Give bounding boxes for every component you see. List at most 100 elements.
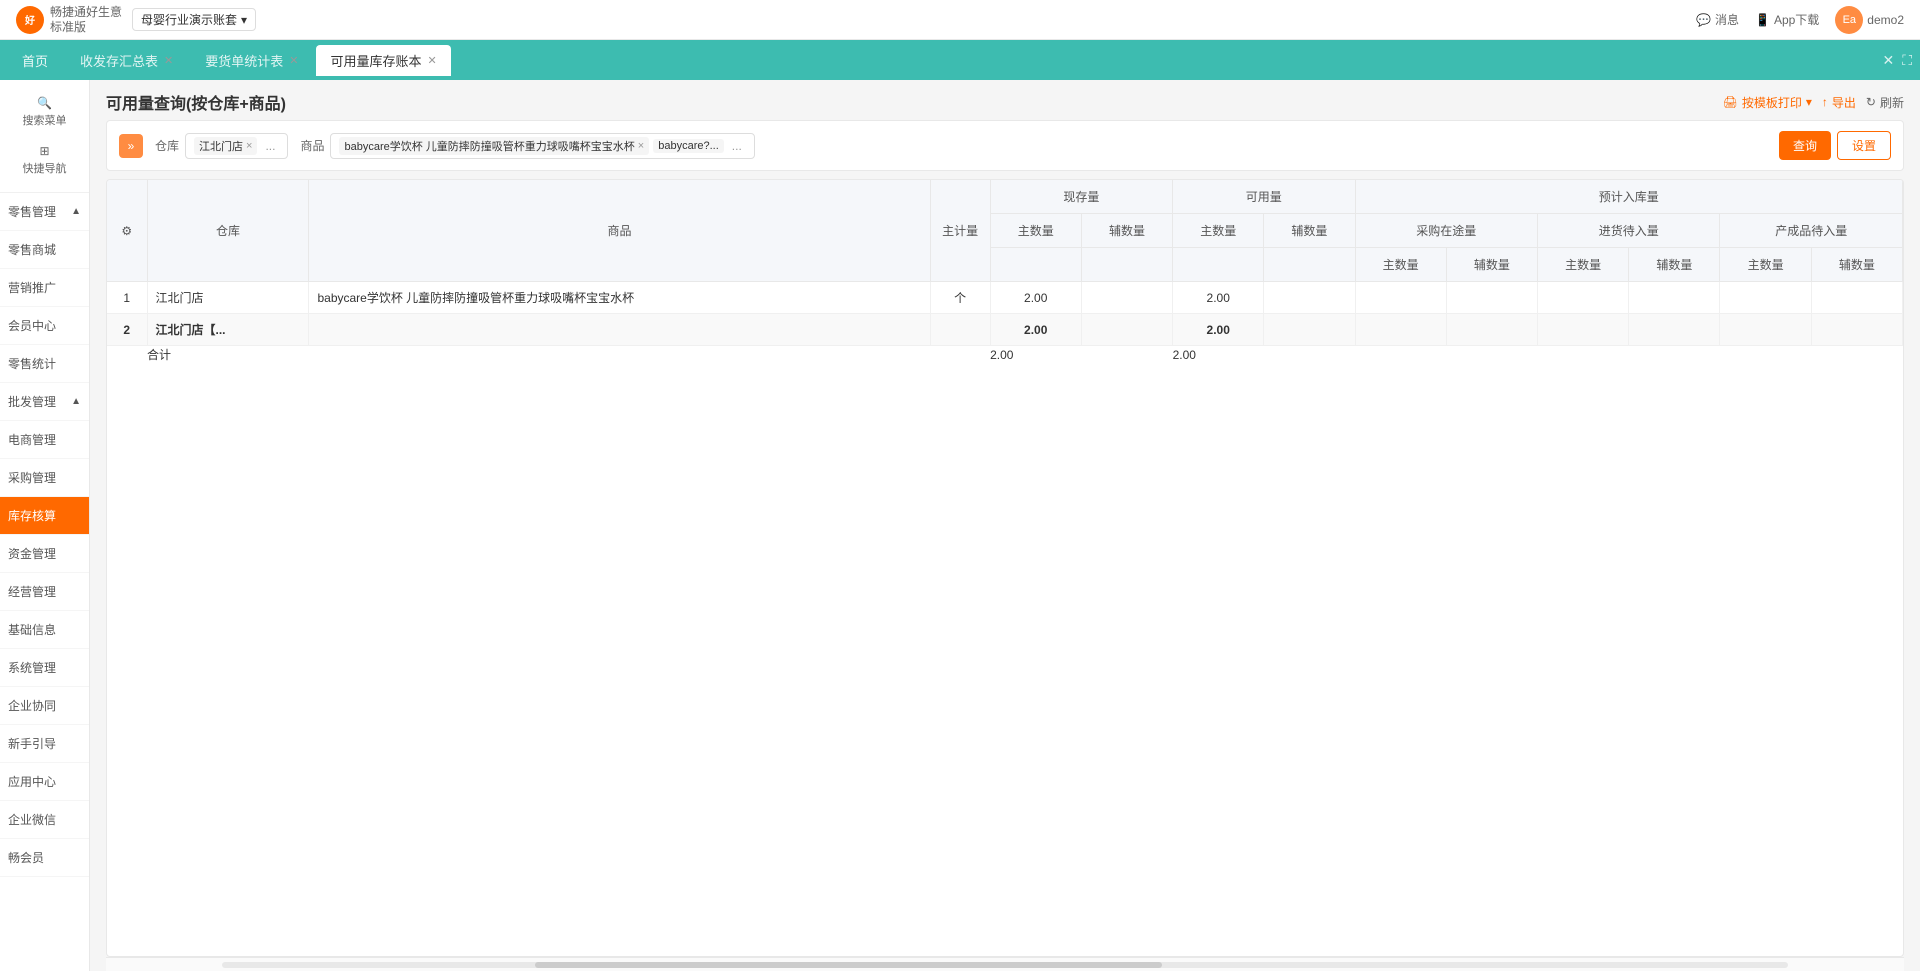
sidebar-item-app-center[interactable]: 应用中心 <box>0 763 89 801</box>
chevron-down-icon-print: ▾ <box>1806 95 1812 109</box>
sidebar-item-finance[interactable]: 资金管理 <box>0 535 89 573</box>
horizontal-scrollbar-area <box>106 957 1904 971</box>
sidebar-item-ecommerce[interactable]: 电商管理 <box>0 421 89 459</box>
logo-area: 好 畅捷通好生意 标准版 <box>16 5 122 34</box>
tab-receipts[interactable]: 收发存汇总表 ✕ <box>66 45 187 76</box>
scroll-thumb[interactable] <box>535 962 1161 968</box>
row-available-aux <box>1264 282 1355 314</box>
col-settings-header[interactable]: ⚙ <box>107 180 147 282</box>
setting-button[interactable]: 设置 <box>1837 131 1891 160</box>
col-available-aux: 辅数量 <box>1264 214 1355 248</box>
col-purchase-main: 主数量 <box>1355 248 1446 282</box>
row-existing-main: 2.00 <box>990 282 1081 314</box>
sidebar-item-system[interactable]: 系统管理 <box>0 649 89 687</box>
sidebar-item-retail-mgmt[interactable]: 零售管理 ▲ <box>0 193 89 231</box>
tab-close-inventory[interactable]: ✕ <box>428 54 437 67</box>
col-existing-main-2 <box>990 248 1081 282</box>
sidebar-item-enterprise[interactable]: 企业协同 <box>0 687 89 725</box>
goods-tag-1-close[interactable]: × <box>638 140 644 152</box>
col-available: 可用量 <box>1173 180 1355 214</box>
tab-close-orders[interactable]: ✕ <box>289 54 298 67</box>
col-incoming-main: 主数量 <box>1538 248 1629 282</box>
col-available-aux-2 <box>1264 248 1355 282</box>
footer-existing-main: 2.00 <box>990 346 1081 364</box>
sidebar-item-member-center[interactable]: 会员中心 <box>0 307 89 345</box>
sidebar-item-retail-stats[interactable]: 零售统计 <box>0 345 89 383</box>
org-selector[interactable]: 母婴行业演示账套 ▾ <box>132 8 256 31</box>
col-existing-main: 主数量 <box>990 214 1081 248</box>
row-existing-aux <box>1081 282 1172 314</box>
footer-incoming-main <box>1538 346 1629 364</box>
warehouse-tag-close[interactable]: × <box>246 140 252 152</box>
sidebar-item-purchase[interactable]: 采购管理 <box>0 459 89 497</box>
expand-arrow-icon: ▲ <box>71 206 81 217</box>
table-row: 1 江北门店 babycare学饮杯 儿童防摔防撞吸管杯重力球吸嘴杯宝宝水杯 个… <box>107 282 1903 314</box>
sidebar-item-inventory[interactable]: 库存核算 <box>0 497 89 535</box>
fullscreen-icon[interactable]: ⛶ <box>1902 52 1912 69</box>
subtotal-purchase-aux <box>1446 314 1537 346</box>
message-icon: 💬 <box>1696 13 1711 27</box>
subtotal-existing-aux <box>1081 314 1172 346</box>
tab-close-receipts[interactable]: ✕ <box>164 54 173 67</box>
sidebar-item-operations[interactable]: 经营管理 <box>0 573 89 611</box>
tab-bar-actions: ✕ ⛶ <box>1882 52 1912 69</box>
message-button[interactable]: 💬 消息 <box>1696 11 1739 28</box>
footer-production-main <box>1720 346 1811 364</box>
col-incoming-aux: 辅数量 <box>1629 248 1720 282</box>
subtotal-warehouse: 江北门店【... <box>147 314 309 346</box>
sidebar-item-basic-info[interactable]: 基础信息 <box>0 611 89 649</box>
avatar: Ea <box>1835 6 1863 34</box>
goods-input[interactable]: babycare学饮杯 儿童防摔防撞吸管杯重力球吸嘴杯宝宝水杯 × babyca… <box>330 133 754 159</box>
subtotal-incoming-aux <box>1629 314 1720 346</box>
sidebar-item-wholesale-mgmt[interactable]: 批发管理 ▲ <box>0 383 89 421</box>
warehouse-input[interactable]: 江北门店 × ... <box>185 133 288 159</box>
goods-more-button[interactable]: ... <box>728 139 746 153</box>
goods-tag-1: babycare学饮杯 儿童防摔防撞吸管杯重力球吸嘴杯宝宝水杯 × <box>339 137 649 155</box>
footer-existing-aux <box>1081 346 1172 364</box>
sidebar-quick-nav[interactable]: ⊞ 快捷导航 <box>0 136 89 184</box>
tab-close-all-icon[interactable]: ✕ <box>1882 52 1894 69</box>
sidebar-item-retail-store[interactable]: 零售商城 <box>0 231 89 269</box>
row-purchase-main <box>1355 282 1446 314</box>
col-purchase-aux: 辅数量 <box>1446 248 1537 282</box>
col-unit: 主计量 <box>930 180 990 282</box>
warehouse-label: 仓库 <box>155 137 179 154</box>
warehouse-filter: 仓库 江北门店 × ... <box>155 133 288 159</box>
chevron-down-icon: ▾ <box>241 13 247 27</box>
main-layout: 🔍 搜索菜单 ⊞ 快捷导航 零售管理 ▲ 零售商城 营销推广 会员中心 零售统计… <box>0 80 1920 971</box>
footer-production-aux <box>1811 346 1902 364</box>
filter-expand-button[interactable]: » <box>119 134 143 158</box>
sidebar-search[interactable]: 🔍 搜索菜单 <box>0 88 89 136</box>
warehouse-more-button[interactable]: ... <box>261 139 279 153</box>
sidebar-item-marketing[interactable]: 营销推广 <box>0 269 89 307</box>
warehouse-tag: 江北门店 × <box>194 137 257 155</box>
col-incoming: 进货待入量 <box>1538 214 1720 248</box>
tab-home[interactable]: 首页 <box>8 45 62 76</box>
goods-filter: 商品 babycare学饮杯 儿童防摔防撞吸管杯重力球吸嘴杯宝宝水杯 × bab… <box>300 133 754 159</box>
app-download-button[interactable]: 📱 App下载 <box>1755 11 1819 28</box>
query-button[interactable]: 查询 <box>1779 131 1831 160</box>
page-actions: 🖨 按模板打印 ▾ ↑ 导出 ↻ 刷新 <box>1723 94 1904 111</box>
export-button[interactable]: ↑ 导出 <box>1822 94 1856 111</box>
top-bar-left: 好 畅捷通好生意 标准版 母婴行业演示账套 ▾ <box>16 5 256 34</box>
sidebar: 🔍 搜索菜单 ⊞ 快捷导航 零售管理 ▲ 零售商城 营销推广 会员中心 零售统计… <box>0 80 90 971</box>
row-incoming-main <box>1538 282 1629 314</box>
logo-text: 畅捷通好生意 标准版 <box>50 5 122 34</box>
row-no: 1 <box>107 282 147 314</box>
refresh-button[interactable]: ↻ 刷新 <box>1866 94 1904 111</box>
sidebar-item-wechat[interactable]: 企业微信 <box>0 801 89 839</box>
sidebar-item-newbie[interactable]: 新手引导 <box>0 725 89 763</box>
row-unit: 个 <box>930 282 990 314</box>
user-menu[interactable]: Ea demo2 <box>1835 6 1904 34</box>
footer-available-aux <box>1264 346 1355 364</box>
expand-arrow-icon-2: ▲ <box>71 396 81 407</box>
sidebar-top: 🔍 搜索菜单 ⊞ 快捷导航 <box>0 80 89 193</box>
col-available-main-2 <box>1173 248 1264 282</box>
tab-inventory[interactable]: 可用量库存账本 ✕ <box>316 45 450 76</box>
subtotal-purchase-main <box>1355 314 1446 346</box>
tab-orders[interactable]: 要货单统计表 ✕ <box>191 45 312 76</box>
subtotal-available-aux <box>1264 314 1355 346</box>
table-container[interactable]: ⚙ 仓库 商品 主计量 现存量 可用量 预计入库量 主数量 辅数量 主数量 辅数… <box>106 179 1904 957</box>
print-template-button[interactable]: 🖨 按模板打印 ▾ <box>1723 94 1812 111</box>
sidebar-item-member[interactable]: 畅会员 <box>0 839 89 877</box>
